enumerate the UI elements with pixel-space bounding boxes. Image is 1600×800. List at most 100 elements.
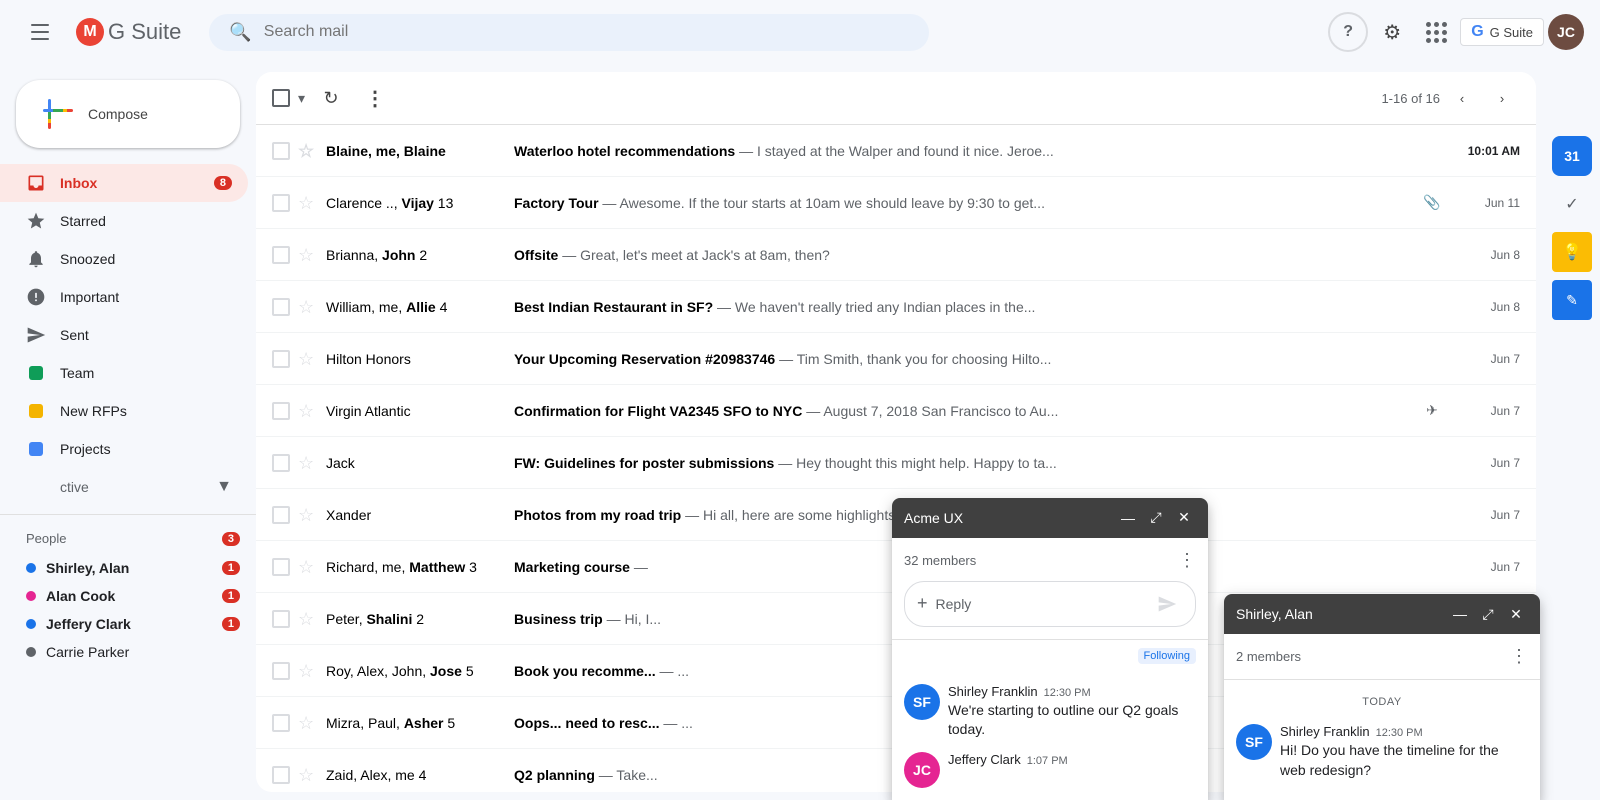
calendar-icon-button[interactable]: 31 <box>1552 136 1592 176</box>
help-button[interactable]: ? <box>1328 12 1368 52</box>
acme-ux-reply-bar[interactable]: + Reply <box>904 581 1196 627</box>
sidebar-item-important[interactable]: Important <box>0 278 248 316</box>
people-dot-shirley <box>26 563 36 573</box>
email-checkbox[interactable] <box>272 766 290 784</box>
email-checkbox[interactable] <box>272 714 290 732</box>
close-button-acme[interactable]: ✕ <box>1172 506 1196 530</box>
people-item-alan-cook[interactable]: Alan Cook 1 <box>0 582 256 610</box>
email-attachment-icon: 📎 <box>1422 194 1442 211</box>
email-checkbox[interactable] <box>272 142 290 160</box>
email-star[interactable]: ☆ <box>298 349 318 369</box>
snoozed-icon <box>26 249 46 269</box>
email-star[interactable]: ☆ <box>298 557 318 577</box>
email-checkbox[interactable] <box>272 298 290 316</box>
sidebar-item-snoozed[interactable]: Snoozed <box>0 240 248 278</box>
email-row[interactable]: ☆ Blaine, me, Blaine Waterloo hotel reco… <box>256 125 1536 177</box>
acme-ux-members: 32 members ⋮ <box>904 550 1196 571</box>
sidebar-item-team[interactable]: Team <box>0 354 248 392</box>
contacts-icon-button[interactable]: ✎ <box>1552 280 1592 320</box>
search-bar[interactable]: 🔍 <box>209 14 929 51</box>
email-star[interactable]: ☆ <box>298 193 318 213</box>
select-dropdown-icon[interactable]: ▾ <box>298 90 305 107</box>
shirley-msg-text: We're starting to outline our Q2 goals t… <box>948 701 1196 740</box>
minimize-button-shirley[interactable]: — <box>1448 602 1472 626</box>
people-item-shirley-alan[interactable]: Shirley, Alan 1 <box>0 554 256 582</box>
sidebar-item-inbox[interactable]: Inbox 8 <box>0 164 248 202</box>
shirley-alan-options-icon[interactable]: ⋮ <box>1510 646 1528 667</box>
email-checkbox[interactable] <box>272 610 290 628</box>
email-from: Blaine, me, Blaine <box>326 143 506 159</box>
sidebar-item-starred[interactable]: Starred <box>0 202 248 240</box>
expand-button-shirley[interactable]: ⤢ <box>1476 602 1500 626</box>
avatar-initials: JC <box>1557 24 1575 40</box>
expand-button-acme[interactable]: ⤢ <box>1144 506 1168 530</box>
next-page-button[interactable]: › <box>1484 80 1520 116</box>
more-options-button[interactable]: ⋮ <box>357 80 393 116</box>
email-row[interactable]: ☆ Brianna, John 2 Offsite — Great, let's… <box>256 229 1536 281</box>
search-input[interactable] <box>264 23 910 41</box>
shirley-msg-name-2: Shirley Franklin <box>1280 724 1370 739</box>
email-from: Peter, Shalini 2 <box>326 611 506 627</box>
email-row[interactable]: ☆ Jack FW: Guidelines for poster submiss… <box>256 437 1536 489</box>
select-all-checkbox[interactable] <box>272 89 290 107</box>
keep-icon-button[interactable]: 💡 <box>1552 232 1592 272</box>
settings-button[interactable]: ⚙ <box>1372 12 1412 52</box>
people-item-jeffery-clark[interactable]: Jeffery Clark 1 <box>0 610 256 638</box>
gsuite-button[interactable]: G G Suite <box>1460 18 1544 46</box>
apps-icon <box>1426 22 1447 43</box>
avatar[interactable]: JC <box>1548 14 1584 50</box>
email-star[interactable]: ☆ <box>298 453 318 473</box>
compose-button[interactable]: Compose <box>16 80 240 148</box>
minimize-button-acme[interactable]: — <box>1116 506 1140 530</box>
email-checkbox[interactable] <box>272 454 290 472</box>
sidebar-item-projects[interactable]: Projects <box>0 430 248 468</box>
send-button-acme[interactable] <box>1151 588 1183 620</box>
shirley-alan-controls: — ⤢ ✕ <box>1448 602 1528 626</box>
jeffery-avatar: JC <box>904 752 940 788</box>
email-subject: Your Upcoming Reservation #20983746 — Ti… <box>514 351 1442 367</box>
email-star[interactable]: ☆ <box>298 609 318 629</box>
tasks-icon-button[interactable]: ✓ <box>1552 184 1592 224</box>
refresh-button[interactable]: ↻ <box>313 80 349 116</box>
email-checkbox[interactable] <box>272 558 290 576</box>
shirley-alan-header: Shirley, Alan — ⤢ ✕ <box>1224 594 1540 634</box>
people-count-alan: 1 <box>222 589 240 603</box>
acme-ux-options-icon[interactable]: ⋮ <box>1178 550 1196 571</box>
close-button-shirley[interactable]: ✕ <box>1504 602 1528 626</box>
email-row[interactable]: ☆ William, me, Allie 4 Best Indian Resta… <box>256 281 1536 333</box>
email-star[interactable]: ☆ <box>298 661 318 681</box>
sent-label: Sent <box>60 327 232 343</box>
email-star[interactable]: ☆ <box>298 401 318 421</box>
email-star[interactable]: ☆ <box>298 765 318 785</box>
email-star[interactable]: ☆ <box>298 505 318 525</box>
sidebar-item-sent[interactable]: Sent <box>0 316 248 354</box>
email-checkbox[interactable] <box>272 194 290 212</box>
prev-page-button[interactable]: ‹ <box>1444 80 1480 116</box>
email-star[interactable]: ☆ <box>298 713 318 733</box>
email-row[interactable]: ☆ Virgin Atlantic Confirmation for Fligh… <box>256 385 1536 437</box>
page-info: 1-16 of 16 ‹ › <box>1381 80 1520 116</box>
email-row[interactable]: ☆ Hilton Honors Your Upcoming Reservatio… <box>256 333 1536 385</box>
email-checkbox[interactable] <box>272 350 290 368</box>
email-from: William, me, Allie 4 <box>326 299 506 315</box>
page-numbers: 1-16 of 16 <box>1381 91 1440 106</box>
email-checkbox[interactable] <box>272 506 290 524</box>
email-time: Jun 8 <box>1450 248 1520 262</box>
email-checkbox[interactable] <box>272 246 290 264</box>
sidebar-item-new-rfps[interactable]: New RFPs <box>0 392 248 430</box>
shirley-alan-info: 2 members ⋮ <box>1224 634 1540 680</box>
email-star[interactable]: ☆ <box>298 297 318 317</box>
email-star[interactable]: ☆ <box>298 245 318 265</box>
email-checkbox[interactable] <box>272 662 290 680</box>
apps-button[interactable] <box>1416 12 1456 52</box>
email-checkbox[interactable] <box>272 402 290 420</box>
email-star[interactable]: ☆ <box>298 141 318 161</box>
inbox-label: Inbox <box>60 175 214 191</box>
email-subject: Offsite — Great, let's meet at Jack's at… <box>514 247 1442 263</box>
sidebar-item-more[interactable]: ctive ▼ <box>0 468 248 506</box>
gsuite-label: G Suite <box>1490 25 1533 40</box>
people-item-carrie-parker[interactable]: Carrie Parker <box>0 638 256 666</box>
email-from: Richard, me, Matthew 3 <box>326 559 506 575</box>
email-row[interactable]: ☆ Clarence .., Vijay 13 Factory Tour — A… <box>256 177 1536 229</box>
menu-button[interactable] <box>16 12 64 52</box>
